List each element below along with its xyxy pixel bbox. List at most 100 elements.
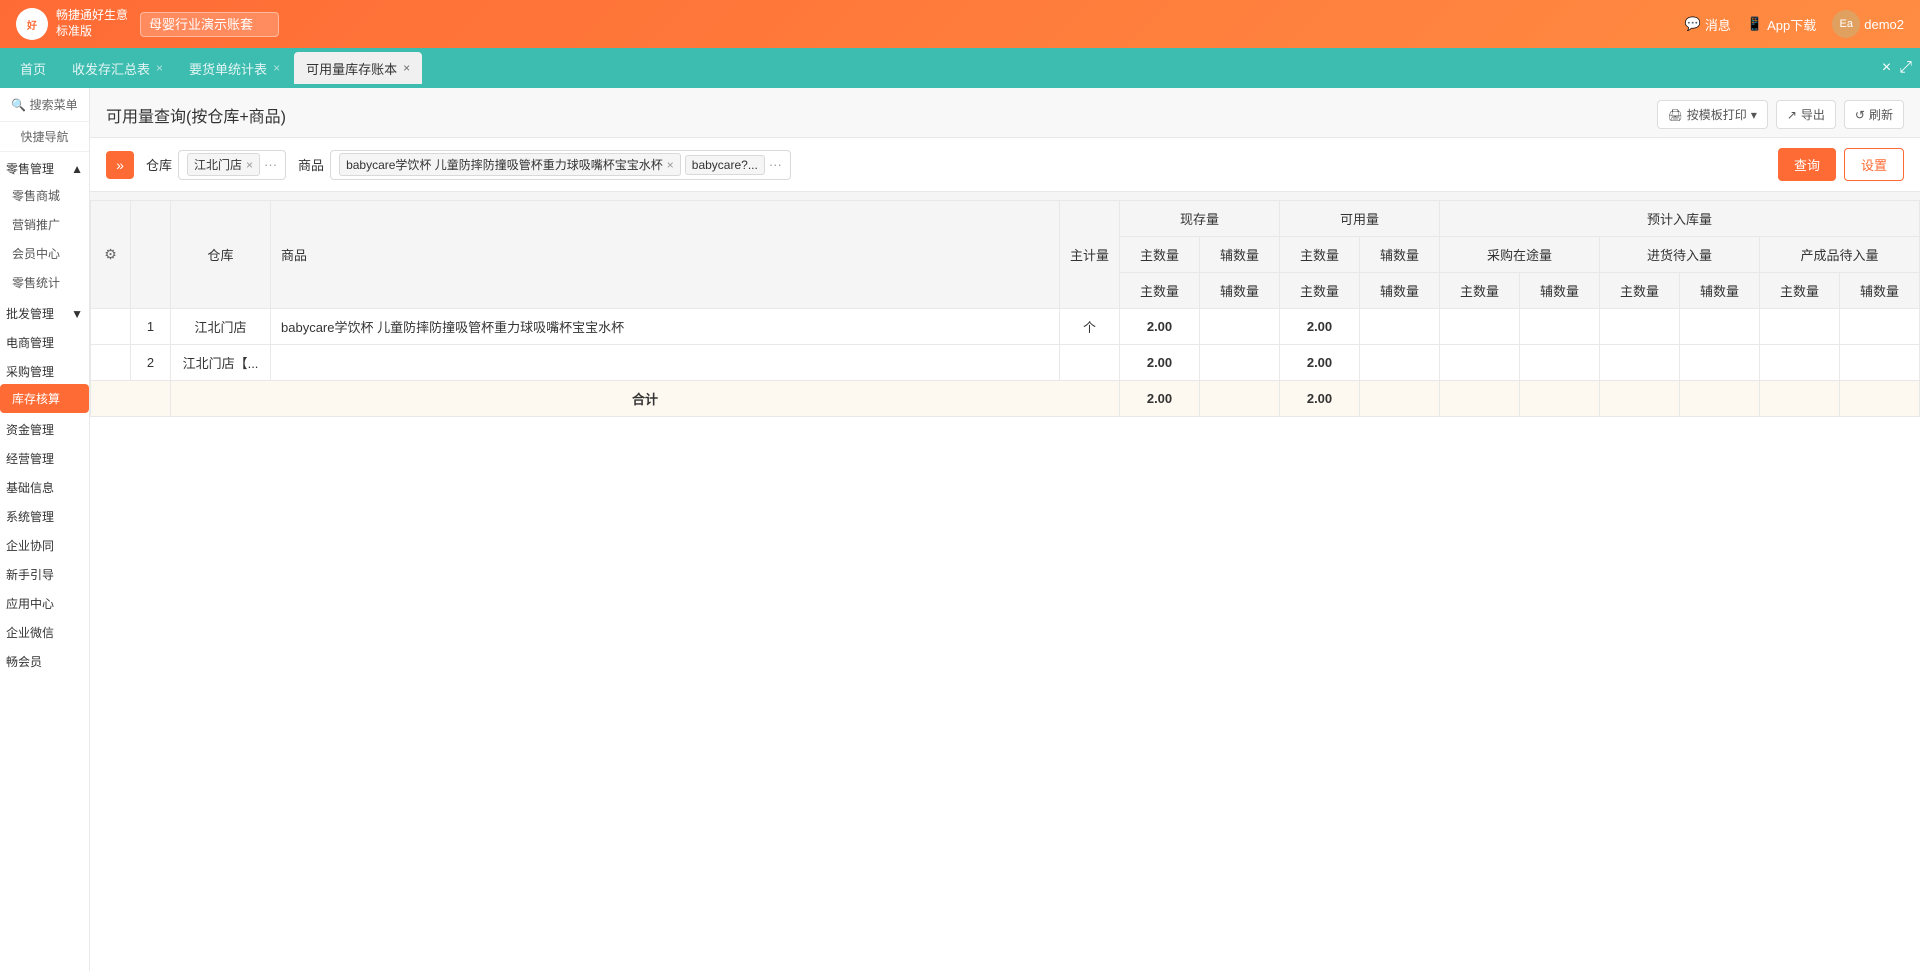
data-table: ⚙ 仓库 商品 主计量 现存量 可用量 预计入库量 主数量 辅数量 主数量 bbox=[90, 200, 1920, 417]
sidebar-search[interactable]: 🔍 搜索菜单 bbox=[0, 88, 89, 122]
sidebar-section-wholesale[interactable]: 批发管理 ▼ bbox=[0, 297, 89, 326]
warehouse-tag-close[interactable]: × bbox=[246, 158, 253, 172]
sidebar-section-enterprise[interactable]: 企业协同 bbox=[0, 529, 89, 558]
cell-settings-2 bbox=[91, 345, 131, 381]
cell-no-1: 1 bbox=[131, 309, 171, 345]
cell-incoming-main-1 bbox=[1600, 309, 1680, 345]
sidebar-quick-nav[interactable]: 快捷导航 bbox=[0, 122, 89, 152]
export-icon: ↗ bbox=[1787, 108, 1797, 122]
export-btn[interactable]: ↗ 导出 bbox=[1776, 100, 1836, 129]
tab-available-stock[interactable]: 可用量库存账本 × bbox=[294, 52, 422, 84]
warehouse-filter-group: 仓库 江北门店 × ··· bbox=[146, 150, 286, 180]
cell-production-aux-1 bbox=[1840, 309, 1920, 345]
sidebar-section-finance[interactable]: 资金管理 bbox=[0, 413, 89, 442]
query-btn[interactable]: 查询 bbox=[1778, 148, 1836, 181]
cell-unit-1: 个 bbox=[1059, 309, 1119, 345]
sidebar-section-business[interactable]: 经营管理 bbox=[0, 442, 89, 471]
tab-receivable[interactable]: 收发存汇总表 × bbox=[60, 52, 175, 84]
th-stock-aux: 辅数量 bbox=[1200, 237, 1280, 273]
sidebar: 🔍 搜索菜单 快捷导航 零售管理 ▲ 零售商城 营销推广 会员中心 零售统计 批… bbox=[0, 88, 90, 971]
summary-p4 bbox=[1680, 381, 1760, 417]
th-incoming: 进货待入量 bbox=[1600, 237, 1760, 273]
sidebar-section-zero-sales[interactable]: 零售管理 ▲ bbox=[0, 152, 89, 181]
summary-label: 合计 bbox=[171, 381, 1120, 417]
cell-avail-main-1: 2.00 bbox=[1280, 309, 1360, 345]
sidebar-item-marketing[interactable]: 营销推广 bbox=[0, 210, 89, 239]
sidebar-item-retail-stat[interactable]: 零售统计 bbox=[0, 268, 89, 297]
message-btn[interactable]: 💬 消息 bbox=[1685, 15, 1731, 34]
summary-p6 bbox=[1840, 381, 1920, 417]
table-row: 1 江北门店 babycare学饮杯 儿童防摔防撞吸管杯重力球吸嘴杯宝宝水杯 个… bbox=[91, 309, 1920, 345]
search-icon: 🔍 bbox=[11, 98, 26, 112]
user-area[interactable]: Ea demo2 bbox=[1832, 10, 1904, 38]
sidebar-item-member[interactable]: 会员中心 bbox=[0, 239, 89, 268]
sidebar-section-appcenter[interactable]: 应用中心 bbox=[0, 587, 89, 616]
print-icon: 🖨 bbox=[1668, 108, 1683, 122]
table-container[interactable]: ⚙ 仓库 商品 主计量 现存量 可用量 预计入库量 主数量 辅数量 主数量 bbox=[90, 200, 1920, 971]
cell-avail-main-2: 2.00 bbox=[1280, 345, 1360, 381]
cell-product-2 bbox=[271, 345, 1060, 381]
th-no bbox=[131, 201, 171, 309]
cell-incoming-main-2 bbox=[1600, 345, 1680, 381]
main-layout: 🔍 搜索菜单 快捷导航 零售管理 ▲ 零售商城 营销推广 会员中心 零售统计 批… bbox=[0, 88, 1920, 971]
product-tag-1-close[interactable]: × bbox=[667, 158, 674, 172]
app-download-btn[interactable]: 📱 App下载 bbox=[1747, 15, 1816, 34]
th-purchase-transit: 采购在途量 bbox=[1440, 237, 1600, 273]
th-incoming-aux: 辅数量 bbox=[1680, 273, 1760, 309]
product-more-icon[interactable]: ··· bbox=[769, 157, 782, 172]
sidebar-section-purchase[interactable]: 采购管理 bbox=[0, 355, 89, 384]
product-filter-group: 商品 babycare学饮杯 儿童防摔防撞吸管杯重力球吸嘴杯宝宝水杯 × bab… bbox=[298, 150, 791, 180]
warehouse-more-icon[interactable]: ··· bbox=[264, 157, 277, 172]
sidebar-section-stock[interactable]: 库存核算 bbox=[0, 384, 89, 413]
tab-close-order-stat[interactable]: × bbox=[273, 61, 280, 75]
print-btn[interactable]: 🖨 按模板打印 ▾ bbox=[1657, 100, 1768, 129]
tab-order-stat[interactable]: 要货单统计表 × bbox=[177, 52, 292, 84]
sidebar-section-ecommerce[interactable]: 电商管理 bbox=[0, 326, 89, 355]
industry-selector[interactable]: 母婴行业演示账套 bbox=[140, 12, 279, 37]
refresh-btn[interactable]: ↺ 刷新 bbox=[1844, 100, 1904, 129]
cell-product-1: babycare学饮杯 儿童防摔防撞吸管杯重力球吸嘴杯宝宝水杯 bbox=[271, 309, 1060, 345]
th-stock-aux-2: 辅数量 bbox=[1200, 273, 1280, 309]
tab-close-all-btn[interactable]: × bbox=[1882, 59, 1891, 77]
tab-home[interactable]: 首页 bbox=[8, 52, 58, 84]
summary-row: 合计 2.00 2.00 bbox=[91, 381, 1920, 417]
sidebar-section-system[interactable]: 系统管理 bbox=[0, 500, 89, 529]
sidebar-item-online-store[interactable]: 零售商城 bbox=[0, 181, 89, 210]
th-stock-main: 主数量 bbox=[1120, 237, 1200, 273]
tab-maximize-btn[interactable]: ⤢ bbox=[1899, 59, 1912, 77]
cell-stock-aux-1 bbox=[1200, 309, 1280, 345]
cell-avail-aux-1 bbox=[1360, 309, 1440, 345]
table-row: 2 江北门店【... 2.00 2.00 bbox=[91, 345, 1920, 381]
warehouse-input[interactable]: 江北门店 × ··· bbox=[178, 150, 286, 180]
th-avail-aux-2: 辅数量 bbox=[1360, 273, 1440, 309]
sidebar-section-guide[interactable]: 新手引导 bbox=[0, 558, 89, 587]
th-avail-main-2: 主数量 bbox=[1280, 273, 1360, 309]
tab-close-available-stock[interactable]: × bbox=[403, 61, 410, 75]
content-area: 可用量查询(按仓库+商品) 🖨 按模板打印 ▾ ↗ 导出 ↺ 刷新 bbox=[90, 88, 1920, 971]
filter-area: » 仓库 江北门店 × ··· 商品 babycare学饮杯 儿童防摔防撞吸管杯… bbox=[90, 138, 1920, 192]
page-header: 可用量查询(按仓库+商品) 🖨 按模板打印 ▾ ↗ 导出 ↺ 刷新 bbox=[90, 88, 1920, 138]
column-settings-icon[interactable]: ⚙ bbox=[104, 246, 117, 262]
th-available-group: 可用量 bbox=[1280, 201, 1440, 237]
filter-toggle-btn[interactable]: » bbox=[106, 151, 134, 179]
cell-stock-main-1: 2.00 bbox=[1120, 309, 1200, 345]
sidebar-section-wechat[interactable]: 企业微信 bbox=[0, 616, 89, 645]
th-production-aux: 辅数量 bbox=[1840, 273, 1920, 309]
cell-no-2: 2 bbox=[131, 345, 171, 381]
product-input[interactable]: babycare学饮杯 儿童防摔防撞吸管杯重力球吸嘴杯宝宝水杯 × babyca… bbox=[330, 150, 791, 180]
product-tag-1: babycare学饮杯 儿童防摔防撞吸管杯重力球吸嘴杯宝宝水杯 × bbox=[339, 153, 681, 176]
tab-close-receivable[interactable]: × bbox=[156, 61, 163, 75]
cell-production-aux-2 bbox=[1840, 345, 1920, 381]
sidebar-section-vip[interactable]: 畅会员 bbox=[0, 645, 89, 674]
th-settings[interactable]: ⚙ bbox=[91, 201, 131, 309]
summary-stock-aux bbox=[1200, 381, 1280, 417]
cell-warehouse-2: 江北门店【... bbox=[171, 345, 271, 381]
th-forecast-group: 预计入库量 bbox=[1440, 201, 1920, 237]
settings-btn[interactable]: 设置 bbox=[1844, 148, 1904, 181]
message-icon: 💬 bbox=[1685, 16, 1701, 32]
summary-avail-main: 2.00 bbox=[1280, 381, 1360, 417]
summary-p3 bbox=[1600, 381, 1680, 417]
chevron-up-icon: ▲ bbox=[71, 162, 83, 176]
app-icon: 📱 bbox=[1747, 16, 1763, 32]
sidebar-section-basic[interactable]: 基础信息 bbox=[0, 471, 89, 500]
